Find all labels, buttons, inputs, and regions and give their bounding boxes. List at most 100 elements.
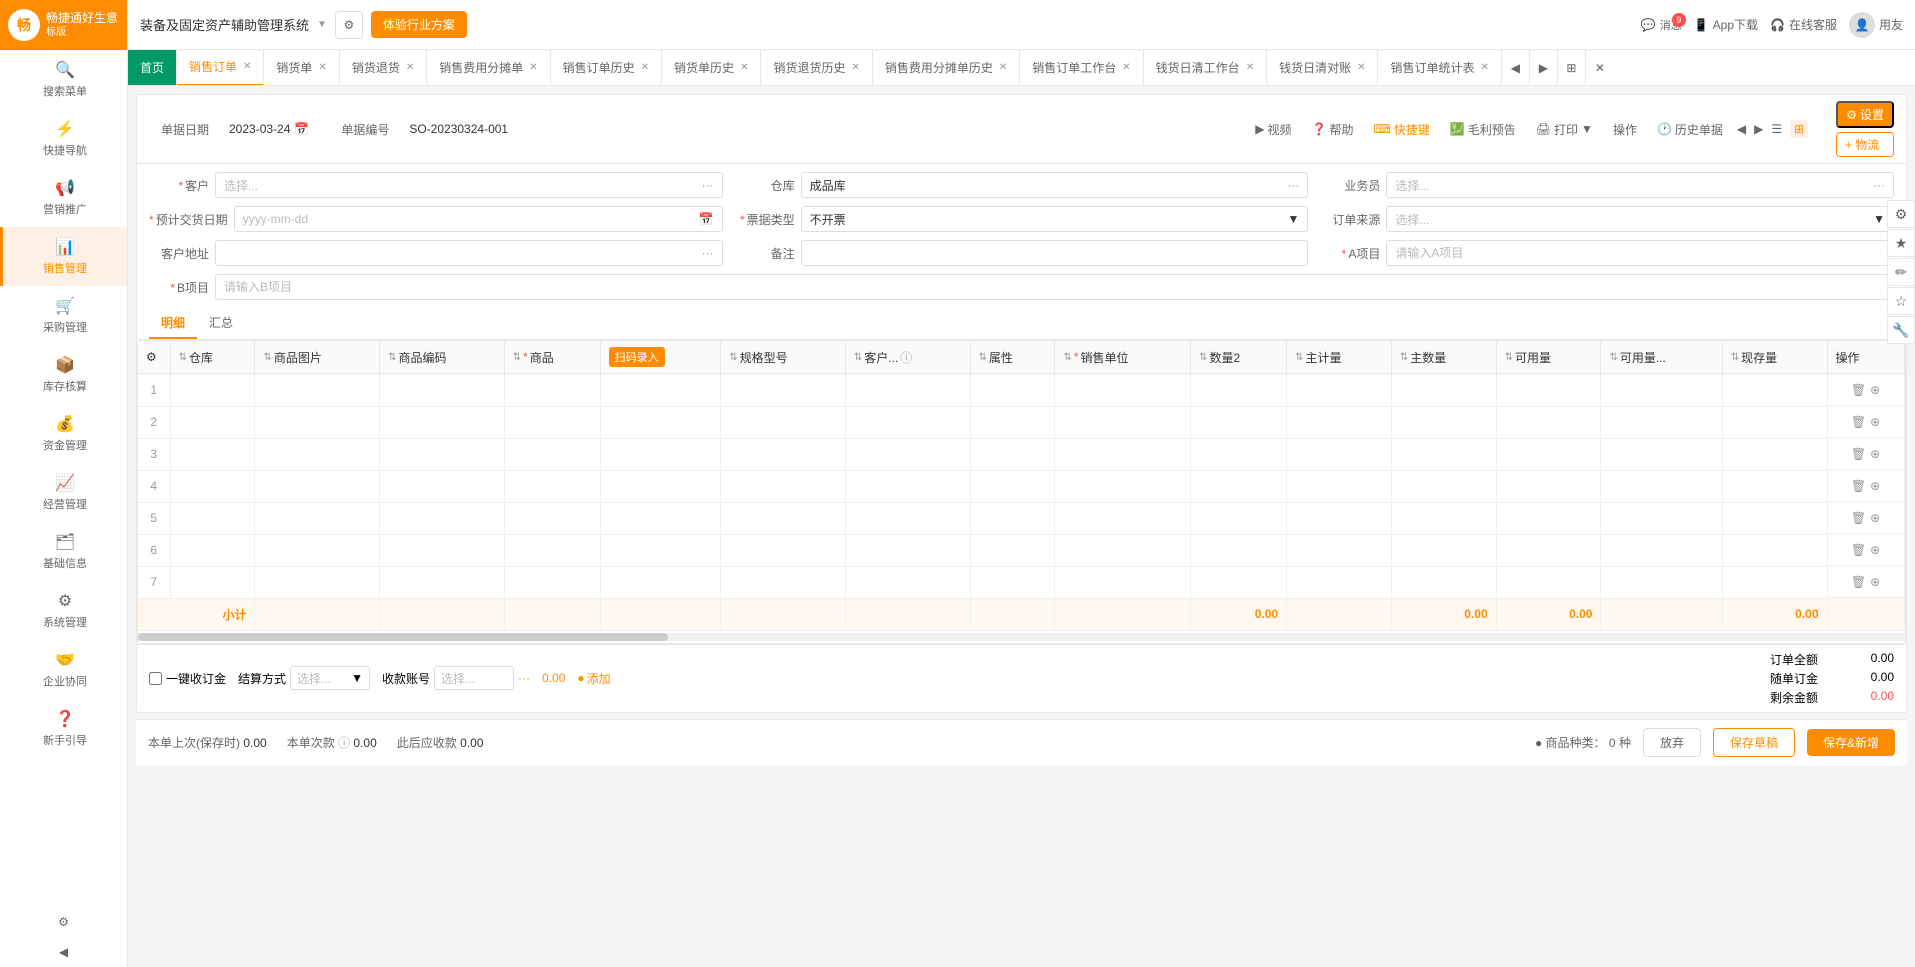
row-qty2[interactable] bbox=[1191, 470, 1287, 502]
info-debt-icon[interactable]: ⓘ bbox=[338, 736, 350, 750]
row-available2[interactable] bbox=[1601, 566, 1722, 598]
delivery-date-input[interactable]: yyyy-mm-dd 📅 bbox=[234, 206, 723, 232]
row-unit[interactable] bbox=[1055, 566, 1191, 598]
row-copy-icon[interactable]: ⊕ bbox=[1870, 415, 1880, 429]
tab-daily-account[interactable]: 钱货日清对账 ✕ bbox=[1267, 50, 1378, 86]
tab-close-icon[interactable]: ✕ bbox=[243, 61, 251, 72]
receipt-select[interactable]: 选择... bbox=[434, 666, 514, 690]
row-unit[interactable] bbox=[1055, 374, 1191, 407]
row-available[interactable] bbox=[1496, 566, 1601, 598]
shortcut-btn[interactable]: ⌨ 快捷键 bbox=[1367, 119, 1435, 140]
row-warehouse[interactable] bbox=[170, 438, 255, 470]
row-customer-code[interactable] bbox=[845, 470, 970, 502]
row-unit[interactable] bbox=[1055, 470, 1191, 502]
sort-icon[interactable]: ⇅ bbox=[979, 352, 987, 363]
row-available[interactable] bbox=[1496, 406, 1601, 438]
sidebar-item-ops[interactable]: 📈 经营管理 bbox=[0, 463, 127, 522]
row-product[interactable] bbox=[504, 502, 600, 534]
row-scan[interactable] bbox=[600, 566, 721, 598]
rqb-4[interactable]: ☆ bbox=[1887, 287, 1915, 315]
salesperson-dots-icon[interactable]: ··· bbox=[1873, 178, 1885, 192]
info-icon[interactable]: ⓘ bbox=[900, 349, 912, 366]
row-stock[interactable] bbox=[1722, 406, 1827, 438]
sidebar-item-base[interactable]: 🗂 基础信息 bbox=[0, 522, 127, 581]
rqb-5[interactable]: 🔧 bbox=[1887, 316, 1915, 344]
row-copy-icon[interactable]: ⊕ bbox=[1870, 511, 1880, 525]
message-btn[interactable]: 💬 消息 9 bbox=[1641, 17, 1682, 33]
sidebar-item-inventory[interactable]: 📦 库存核算 bbox=[0, 345, 127, 404]
row-main-qty[interactable] bbox=[1391, 534, 1496, 566]
row-main-unit[interactable] bbox=[1287, 502, 1392, 534]
sidebar-item-sales[interactable]: 📊 销售管理 bbox=[0, 227, 127, 286]
customer-address-input[interactable]: ··· bbox=[215, 240, 723, 266]
product-count-icon[interactable]: ● bbox=[1535, 736, 1542, 750]
online-support-btn[interactable]: 🎧 在线客服 bbox=[1770, 16, 1837, 33]
sort-icon[interactable]: ⇅ bbox=[854, 352, 862, 363]
row-product-img[interactable] bbox=[255, 502, 380, 534]
nav-prev-icon[interactable]: ◀ bbox=[1737, 122, 1746, 136]
table-scroll[interactable]: ⚙ ⇅ 仓库 ⇅ bbox=[138, 341, 1905, 631]
row-available2[interactable] bbox=[1601, 534, 1722, 566]
row-qty2[interactable] bbox=[1191, 406, 1287, 438]
row-product[interactable] bbox=[504, 470, 600, 502]
row-product[interactable] bbox=[504, 566, 600, 598]
one-click-checkbox[interactable]: 一键收订金 bbox=[149, 670, 226, 687]
tab-home[interactable]: 首页 bbox=[128, 50, 177, 86]
row-stock[interactable] bbox=[1722, 438, 1827, 470]
add-receipt-btn[interactable]: ● 添加 bbox=[577, 670, 610, 687]
app-download-btn[interactable]: 📱 App下载 bbox=[1694, 16, 1758, 33]
row-available2[interactable] bbox=[1601, 502, 1722, 534]
customer-dots-icon[interactable]: ··· bbox=[702, 178, 714, 192]
row-customer-code[interactable] bbox=[845, 374, 970, 407]
row-product-img[interactable] bbox=[255, 566, 380, 598]
detail-tab-detail[interactable]: 明细 bbox=[149, 308, 197, 339]
sidebar-item-finance[interactable]: 💰 资金管理 bbox=[0, 404, 127, 463]
rqb-2[interactable]: ★ bbox=[1887, 229, 1915, 257]
sort-icon[interactable]: ⇅ bbox=[1731, 352, 1739, 363]
tab-sales-order-workbench[interactable]: 销售订单工作台 ✕ bbox=[1020, 50, 1143, 86]
row-warehouse[interactable] bbox=[170, 406, 255, 438]
sort-icon[interactable]: ⇅ bbox=[1505, 352, 1513, 363]
warehouse-input[interactable]: 成品库 ··· bbox=[801, 172, 1309, 198]
row-customer-code[interactable] bbox=[845, 534, 970, 566]
discard-button[interactable]: 放弃 bbox=[1643, 728, 1701, 757]
row-attribute[interactable] bbox=[970, 470, 1055, 502]
row-spec[interactable] bbox=[721, 502, 846, 534]
row-spec[interactable] bbox=[721, 534, 846, 566]
invoice-type-select[interactable]: 不开票 ▼ bbox=[801, 206, 1309, 232]
row-customer-code[interactable] bbox=[845, 438, 970, 470]
row-stock[interactable] bbox=[1722, 566, 1827, 598]
tab-more-btn[interactable]: ⊞ bbox=[1558, 50, 1586, 86]
row-product-code[interactable] bbox=[380, 406, 505, 438]
row-product-img[interactable] bbox=[255, 470, 380, 502]
tab-daily-clear[interactable]: 钱货日清工作台 ✕ bbox=[1144, 50, 1267, 86]
row-attribute[interactable] bbox=[970, 534, 1055, 566]
tab-sales-refund-history[interactable]: 销货退货历史 ✕ bbox=[761, 50, 872, 86]
tab-close-all-btn[interactable]: ✕ bbox=[1586, 50, 1614, 86]
tab-close-icon[interactable]: ✕ bbox=[1122, 62, 1130, 73]
list-view-icon[interactable]: ☰ bbox=[1771, 122, 1782, 136]
sort-icon[interactable]: ⇅ bbox=[388, 352, 396, 363]
salesperson-input[interactable]: 选择... ··· bbox=[1386, 172, 1894, 198]
tab-close-icon[interactable]: ✕ bbox=[641, 62, 649, 73]
user-avatar[interactable]: 👤 用友 bbox=[1849, 12, 1903, 38]
sort-icon[interactable]: ⇅ bbox=[1609, 352, 1617, 363]
sort-icon[interactable]: ⇅ bbox=[513, 352, 521, 363]
row-stock[interactable] bbox=[1722, 470, 1827, 502]
table-settings-icon[interactable]: ⚙ bbox=[146, 350, 157, 364]
row-scan[interactable] bbox=[600, 470, 721, 502]
row-available[interactable] bbox=[1496, 534, 1601, 566]
row-attribute[interactable] bbox=[970, 566, 1055, 598]
row-spec[interactable] bbox=[721, 406, 846, 438]
row-copy-icon[interactable]: ⊕ bbox=[1870, 575, 1880, 589]
sort-icon[interactable]: ⇅ bbox=[263, 352, 271, 363]
row-available2[interactable] bbox=[1601, 406, 1722, 438]
row-attribute[interactable] bbox=[970, 406, 1055, 438]
operate-btn[interactable]: 操作 bbox=[1607, 119, 1643, 140]
tab-close-icon[interactable]: ✕ bbox=[318, 62, 326, 73]
remark-input[interactable] bbox=[801, 240, 1309, 266]
row-product-code[interactable] bbox=[380, 566, 505, 598]
row-main-unit[interactable] bbox=[1287, 438, 1392, 470]
row-copy-icon[interactable]: ⊕ bbox=[1870, 479, 1880, 493]
row-spec[interactable] bbox=[721, 566, 846, 598]
